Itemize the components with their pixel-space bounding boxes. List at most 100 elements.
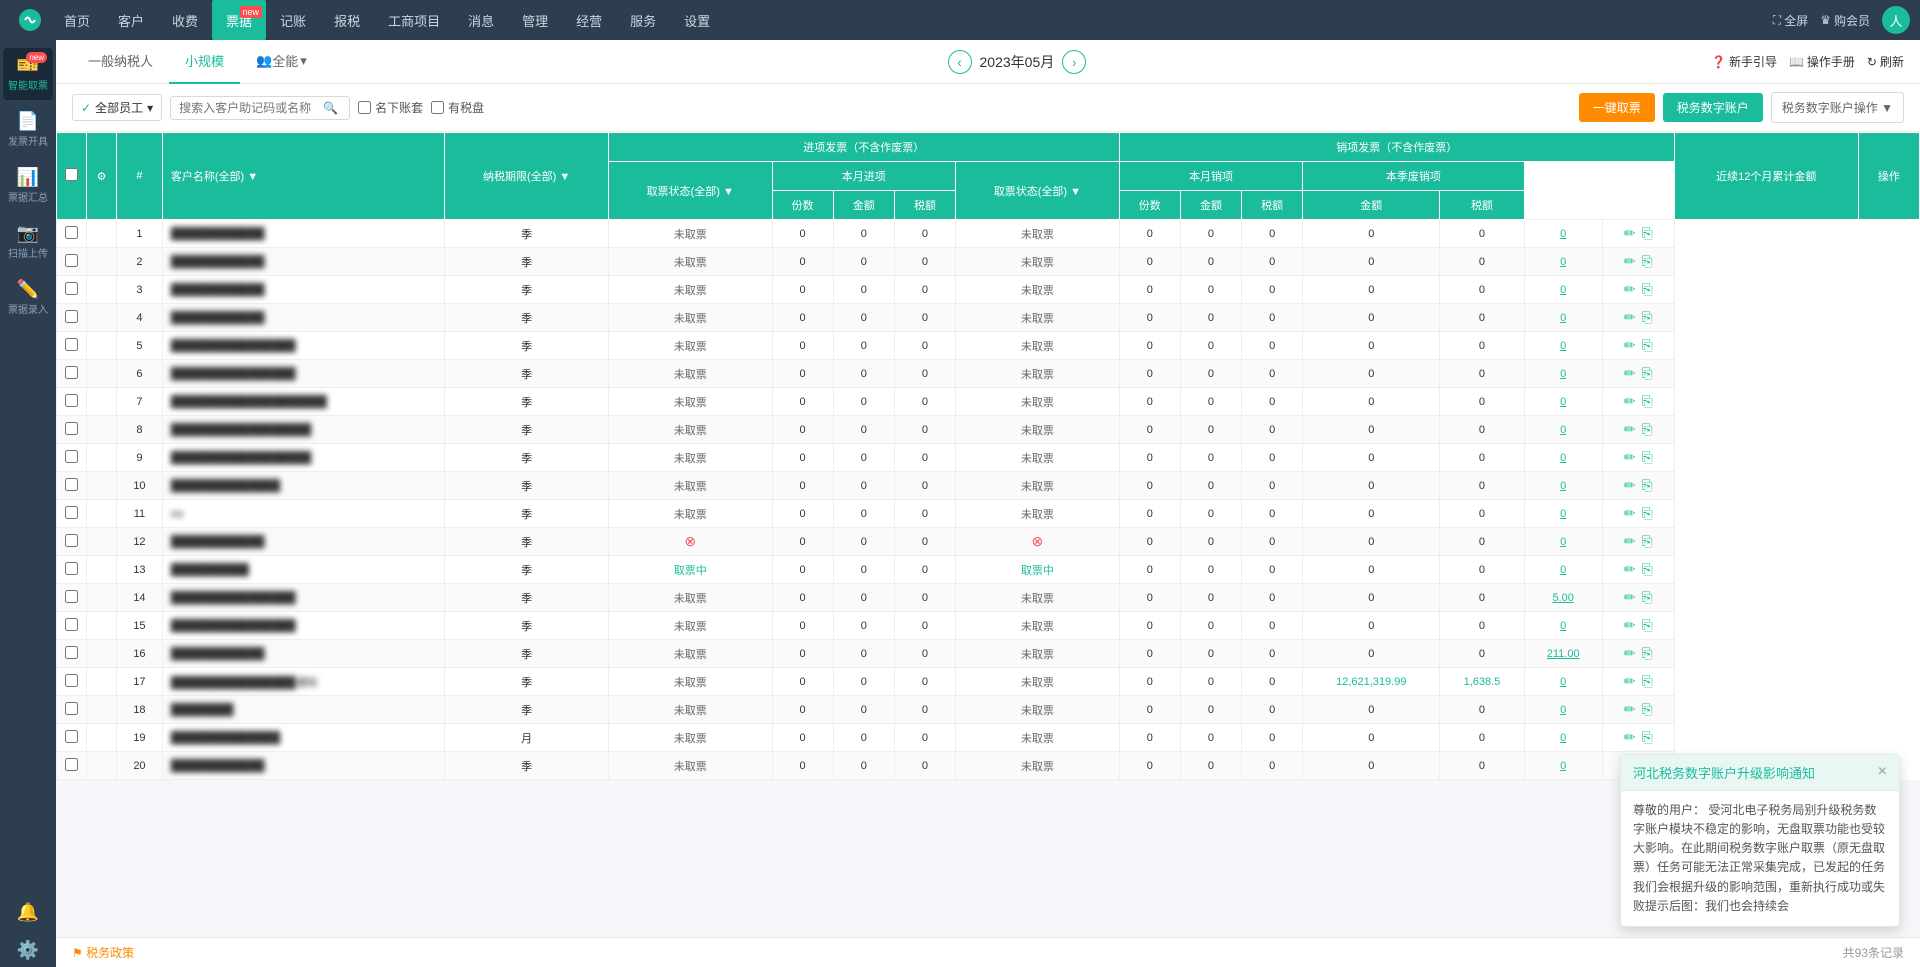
nav-service[interactable]: 服务 (616, 0, 670, 40)
copy-icon[interactable]: ⎘ (1642, 701, 1653, 718)
copy-icon[interactable]: ⎘ (1642, 729, 1653, 746)
copy-icon[interactable]: ⎘ (1642, 337, 1653, 354)
sidebar-item-smart-invoice[interactable]: 🎫 智能取票 new (3, 48, 53, 100)
tab-all[interactable]: 👥 全能 ▾ (240, 40, 323, 84)
edit-icon[interactable]: ✏ (1624, 253, 1636, 270)
copy-icon[interactable]: ⎘ (1642, 673, 1653, 690)
search-input[interactable] (179, 101, 319, 115)
row-checkbox[interactable] (65, 562, 78, 575)
customer-name-cell[interactable]: ██████████████████ (162, 416, 444, 444)
copy-icon[interactable]: ⎘ (1642, 281, 1653, 298)
row-checkbox[interactable] (65, 254, 78, 267)
row-checkbox[interactable] (65, 226, 78, 239)
tab-small-scale[interactable]: 小规模 (169, 40, 240, 84)
edit-icon[interactable]: ✏ (1624, 309, 1636, 326)
customer-name-header[interactable]: 客户名称(全部) ▼ (162, 133, 444, 220)
account-checkbox-label[interactable]: 名下账套 (358, 99, 423, 116)
customer-name-cell[interactable]: ████████████ (162, 640, 444, 668)
row-checkbox[interactable] (65, 730, 78, 743)
copy-icon[interactable]: ⎘ (1642, 253, 1653, 270)
customer-name-cell[interactable]: ████████████████ (162, 612, 444, 640)
row-checkbox[interactable] (65, 366, 78, 379)
sidebar-item-entry[interactable]: ✏️ 票据录入 (3, 272, 53, 324)
customer-name-cell[interactable]: ████████████████████ (162, 388, 444, 416)
customer-name-cell[interactable]: ████████████ (162, 304, 444, 332)
edit-icon[interactable]: ✏ (1624, 533, 1636, 550)
edit-icon[interactable]: ✏ (1624, 225, 1636, 242)
edit-icon[interactable]: ✏ (1624, 421, 1636, 438)
sidebar-item-open-invoice[interactable]: 📄 发票开具 (3, 104, 53, 156)
digital-account-button[interactable]: 税务数字账户 (1663, 93, 1763, 122)
row-checkbox[interactable] (65, 702, 78, 715)
copy-icon[interactable]: ⎘ (1642, 617, 1653, 634)
customer-name-cell[interactable]: ████████████████ (162, 332, 444, 360)
copy-icon[interactable]: ⎘ (1642, 309, 1653, 326)
copy-icon[interactable]: ⎘ (1642, 421, 1653, 438)
row-checkbox[interactable] (65, 394, 78, 407)
copy-icon[interactable]: ⎘ (1642, 449, 1653, 466)
row-checkbox[interactable] (65, 758, 78, 771)
edit-icon[interactable]: ✏ (1624, 281, 1636, 298)
edit-icon[interactable]: ✏ (1624, 701, 1636, 718)
nav-billing[interactable]: 收费 (158, 0, 212, 40)
customer-name-cell[interactable]: ██████████████ (162, 472, 444, 500)
customer-name-cell[interactable]: ████████████████ (162, 360, 444, 388)
row-checkbox[interactable] (65, 282, 78, 295)
nav-message[interactable]: 消息 (454, 0, 508, 40)
nav-operation[interactable]: 经营 (562, 0, 616, 40)
row-checkbox[interactable] (65, 534, 78, 547)
fullscreen-button[interactable]: ⛶ 全屏 (1773, 12, 1808, 29)
copy-icon[interactable]: ⎘ (1642, 505, 1653, 522)
edit-icon[interactable]: ✏ (1624, 393, 1636, 410)
in-status-header[interactable]: 取票状态(全部) ▼ (608, 162, 772, 220)
vip-button[interactable]: ♛ 购会员 (1820, 12, 1870, 29)
edit-icon[interactable]: ✏ (1624, 337, 1636, 354)
edit-icon[interactable]: ✏ (1624, 449, 1636, 466)
nav-invoice[interactable]: 票据 new (212, 0, 266, 40)
tax-disk-checkbox[interactable] (431, 101, 444, 114)
one-click-button[interactable]: 一键取票 (1579, 93, 1655, 122)
customer-name-cell[interactable]: ████████████ (162, 276, 444, 304)
customer-name-cell[interactable]: ████████████ (162, 752, 444, 780)
customer-name-cell[interactable]: ████████████████通知 (162, 668, 444, 696)
edit-icon[interactable]: ✏ (1624, 729, 1636, 746)
customer-name-cell[interactable]: ea (162, 500, 444, 528)
row-checkbox[interactable] (65, 450, 78, 463)
customer-name-cell[interactable]: ████████████████ (162, 584, 444, 612)
row-checkbox[interactable] (65, 338, 78, 351)
sidebar-item-notification[interactable]: 🔔 (3, 895, 53, 929)
period-header[interactable]: 纳税期限(全部) ▼ (445, 133, 609, 220)
avatar[interactable]: 人 (1882, 6, 1910, 34)
row-checkbox[interactable] (65, 674, 78, 687)
nav-tax[interactable]: 报税 (320, 0, 374, 40)
nav-business[interactable]: 工商项目 (374, 0, 454, 40)
nav-settings[interactable]: 设置 (670, 0, 724, 40)
prev-month-button[interactable]: ‹ (948, 50, 972, 74)
customer-name-cell[interactable]: ████████ (162, 696, 444, 724)
copy-icon[interactable]: ⎘ (1642, 393, 1653, 410)
edit-icon[interactable]: ✏ (1624, 477, 1636, 494)
customer-name-cell[interactable]: ██████████ (162, 556, 444, 584)
sidebar-item-summary[interactable]: 📊 票据汇总 (3, 160, 53, 212)
customer-name-cell[interactable]: ██████████████ (162, 724, 444, 752)
employee-filter[interactable]: ✓ 全部员工 ▾ (72, 94, 162, 121)
account-checkbox[interactable] (358, 101, 371, 114)
refresh-button[interactable]: ↻ 刷新 (1867, 53, 1904, 70)
row-checkbox[interactable] (65, 506, 78, 519)
edit-icon[interactable]: ✏ (1624, 645, 1636, 662)
customer-name-cell[interactable]: ████████████ (162, 528, 444, 556)
customer-name-cell[interactable]: ██████████████████ (162, 444, 444, 472)
edit-icon[interactable]: ✏ (1624, 617, 1636, 634)
out-status-header[interactable]: 取票状态(全部) ▼ (956, 162, 1120, 220)
copy-icon[interactable]: ⎘ (1642, 225, 1653, 242)
search-icon[interactable]: 🔍 (323, 101, 338, 115)
row-checkbox[interactable] (65, 590, 78, 603)
copy-icon[interactable]: ⎘ (1642, 365, 1653, 382)
row-checkbox[interactable] (65, 646, 78, 659)
copy-icon[interactable]: ⎘ (1642, 561, 1653, 578)
copy-icon[interactable]: ⎘ (1642, 645, 1653, 662)
row-checkbox[interactable] (65, 478, 78, 491)
edit-icon[interactable]: ✏ (1624, 505, 1636, 522)
row-checkbox[interactable] (65, 310, 78, 323)
copy-icon[interactable]: ⎘ (1642, 589, 1653, 606)
